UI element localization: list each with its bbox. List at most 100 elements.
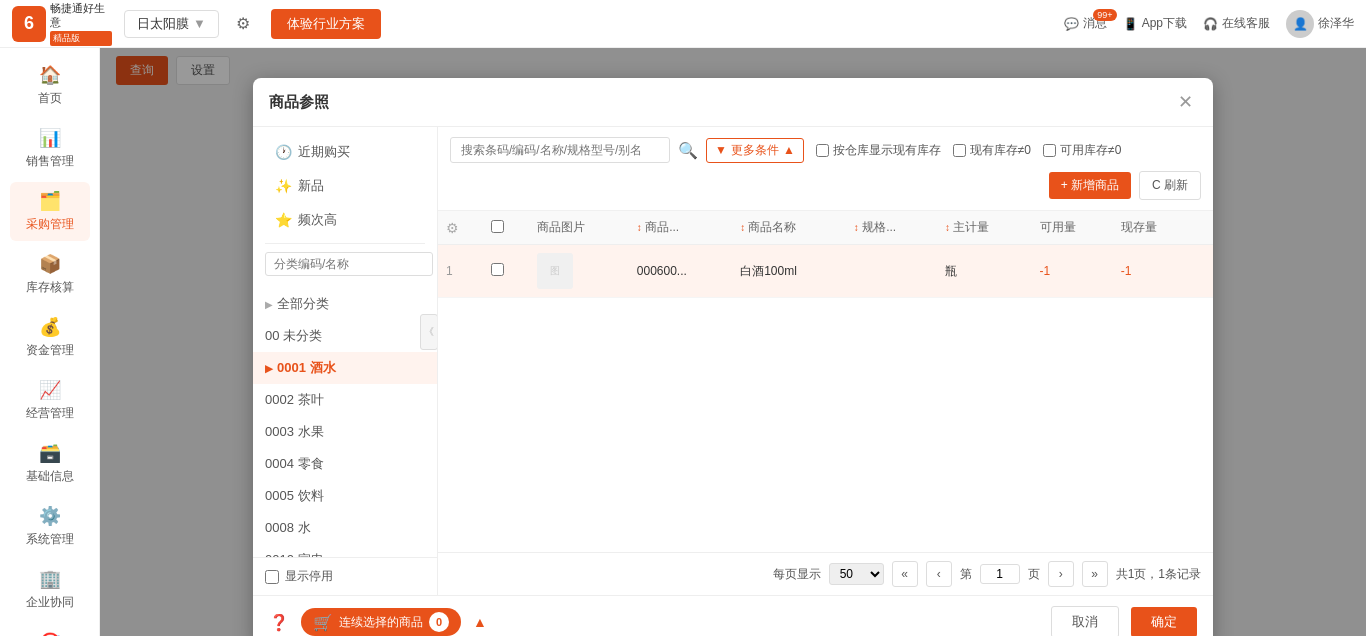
category-0004[interactable]: 0004 零食	[253, 448, 437, 480]
experience-button[interactable]: 体验行业方案	[271, 9, 381, 39]
filter-more-label: 更多条件	[731, 142, 779, 159]
current-stock-checkbox[interactable]	[953, 144, 966, 157]
row-img: 图	[529, 245, 629, 298]
sidebar-item-corp[interactable]: 🏢 企业协同	[10, 560, 90, 619]
operations-icon: 📈	[39, 379, 61, 401]
row-select-checkbox[interactable]	[491, 263, 504, 276]
page-unit: 页	[1028, 566, 1040, 583]
table-row[interactable]: 1 图 000600... 白酒100ml 瓶	[438, 245, 1213, 298]
category-search-input[interactable]	[265, 252, 433, 276]
refresh-button[interactable]: C 刷新	[1139, 171, 1201, 200]
prev-page-button[interactable]: ‹	[926, 561, 952, 587]
help-icon[interactable]: ❓	[269, 613, 289, 632]
category-label: 0005 饮料	[265, 487, 324, 505]
product-search-icon[interactable]: 🔍	[678, 141, 698, 160]
add-product-button[interactable]: + 新增商品	[1049, 172, 1131, 199]
col-spec[interactable]: ↕ 规格...	[846, 211, 937, 245]
purchase-icon: 🗂️	[39, 190, 61, 212]
message-badge: 99+	[1093, 9, 1116, 21]
sidebar-item-home[interactable]: 🏠 首页	[10, 56, 90, 115]
sidebar-item-operations[interactable]: 📈 经营管理	[10, 371, 90, 430]
page-number-input[interactable]	[980, 564, 1020, 584]
dialog-body: 🕐 近期购买 ✨ 新品 ⭐ 频次高	[253, 127, 1213, 595]
filter-checkboxes: 按仓库显示现有库存 现有库存≠0 可用库存≠0	[816, 142, 1122, 159]
col-settings[interactable]: ⚙	[438, 211, 483, 245]
message-nav-item[interactable]: 💬 消息 99+	[1064, 15, 1107, 32]
sidebar-item-purchase[interactable]: 🗂️ 采购管理	[10, 182, 90, 241]
category-label: 0003 水果	[265, 423, 324, 441]
dialog-overlay: 商品参照 ✕ 🕐 近期购买	[100, 48, 1366, 636]
current-stock-label: 现有库存≠0	[970, 142, 1031, 159]
collapse-panel-button[interactable]: 《	[420, 314, 438, 350]
app-download-nav-item[interactable]: 📱 App下载	[1123, 15, 1187, 32]
close-button[interactable]: ✕	[1173, 90, 1197, 114]
nav-selector[interactable]: 日太阳膜 ▼	[124, 10, 219, 38]
home-icon: 🏠	[39, 64, 61, 86]
available-stock-checkbox[interactable]	[1043, 144, 1056, 157]
sidebar-item-system[interactable]: ⚙️ 系统管理	[10, 497, 90, 556]
category-label: 0008 水	[265, 519, 311, 537]
sidebar-item-base[interactable]: 🗃️ 基础信息	[10, 434, 90, 493]
user-nav-item[interactable]: 👤 徐泽华	[1286, 10, 1354, 38]
next-page-button[interactable]: ›	[1048, 561, 1074, 587]
show-disabled-checkbox[interactable]	[265, 570, 279, 584]
sidebar-item-guide[interactable]: 🎯 新手引导	[10, 623, 90, 636]
frequent-btn[interactable]: ⭐ 频次高	[265, 205, 425, 235]
top-nav: 6 畅捷通好生意 精品版 日太阳膜 ▼ ⚙ 体验行业方案 💬 消息 99+ 📱 …	[0, 0, 1366, 48]
col-unit[interactable]: ↕ 主计量	[937, 211, 1031, 245]
content-area: 查询 设置 商品参照 ✕	[100, 48, 1366, 636]
row-checkbox[interactable]	[483, 245, 528, 298]
last-page-button[interactable]: »	[1082, 561, 1108, 587]
sidebar-item-label: 库存核算	[26, 279, 74, 296]
current-stock-filter[interactable]: 现有库存≠0	[953, 142, 1031, 159]
page-label: 第	[960, 566, 972, 583]
new-product-btn[interactable]: ✨ 新品	[265, 171, 425, 201]
clock-icon: 🕐	[275, 144, 292, 160]
col-name[interactable]: ↕ 商品名称	[732, 211, 846, 245]
row-available: -1	[1032, 245, 1113, 298]
sidebar-item-label: 经营管理	[26, 405, 74, 422]
app-download-label: App下载	[1142, 15, 1187, 32]
warehouse-stock-checkbox[interactable]	[816, 144, 829, 157]
warehouse-stock-filter[interactable]: 按仓库显示现有库存	[816, 142, 941, 159]
category-0003[interactable]: 0003 水果	[253, 416, 437, 448]
col-available: 可用量	[1032, 211, 1113, 245]
category-label: 0002 茶叶	[265, 391, 324, 409]
col-stock: 现存量	[1113, 211, 1213, 245]
logo-area: 6 畅捷通好生意 精品版	[12, 1, 112, 47]
cancel-button[interactable]: 取消	[1051, 606, 1119, 636]
available-stock-filter[interactable]: 可用库存≠0	[1043, 142, 1121, 159]
col-checkbox[interactable]	[483, 211, 528, 245]
category-uncategorized[interactable]: 00 未分类	[253, 320, 437, 352]
category-0008[interactable]: 0008 水	[253, 512, 437, 544]
recent-purchase-btn[interactable]: 🕐 近期购买	[265, 137, 425, 167]
cart-button[interactable]: 🛒 连续选择的商品 0	[301, 608, 461, 636]
collapse-icon[interactable]: ▲	[473, 614, 487, 630]
settings-icon[interactable]: ⚙	[227, 8, 259, 40]
confirm-button[interactable]: 确定	[1131, 607, 1197, 636]
online-service-nav-item[interactable]: 🎧 在线客服	[1203, 15, 1270, 32]
cart-label: 连续选择的商品	[339, 614, 423, 631]
category-all[interactable]: ▶ 全部分类	[253, 288, 437, 320]
corp-icon: 🏢	[39, 568, 61, 590]
category-0010[interactable]: 0010 家电	[253, 544, 437, 557]
category-0002[interactable]: 0002 茶叶	[253, 384, 437, 416]
dialog-footer: ❓ 🛒 连续选择的商品 0 ▲ 取消 确定	[253, 595, 1213, 636]
row-unit: 瓶	[937, 245, 1031, 298]
category-0001[interactable]: ▶ 0001 酒水	[253, 352, 437, 384]
first-page-button[interactable]: «	[892, 561, 918, 587]
dialog-title: 商品参照	[269, 93, 329, 112]
col-code[interactable]: ↕ 商品...	[629, 211, 732, 245]
select-all-checkbox[interactable]	[491, 220, 504, 233]
sidebar-item-finance[interactable]: 💰 资金管理	[10, 308, 90, 367]
product-search-input[interactable]	[450, 137, 670, 163]
per-page-select[interactable]: 50 100 200	[829, 563, 884, 585]
sidebar-item-sales[interactable]: 📊 销售管理	[10, 119, 90, 178]
category-0005[interactable]: 0005 饮料	[253, 480, 437, 512]
category-search-icon[interactable]: 🔍	[437, 256, 438, 272]
filter-more-button[interactable]: ▼ 更多条件 ▲	[706, 138, 804, 163]
sidebar-item-label: 首页	[38, 90, 62, 107]
sidebar-item-inventory[interactable]: 📦 库存核算	[10, 245, 90, 304]
row-name: 白酒100ml	[732, 245, 846, 298]
cart-count-badge: 0	[429, 612, 449, 632]
